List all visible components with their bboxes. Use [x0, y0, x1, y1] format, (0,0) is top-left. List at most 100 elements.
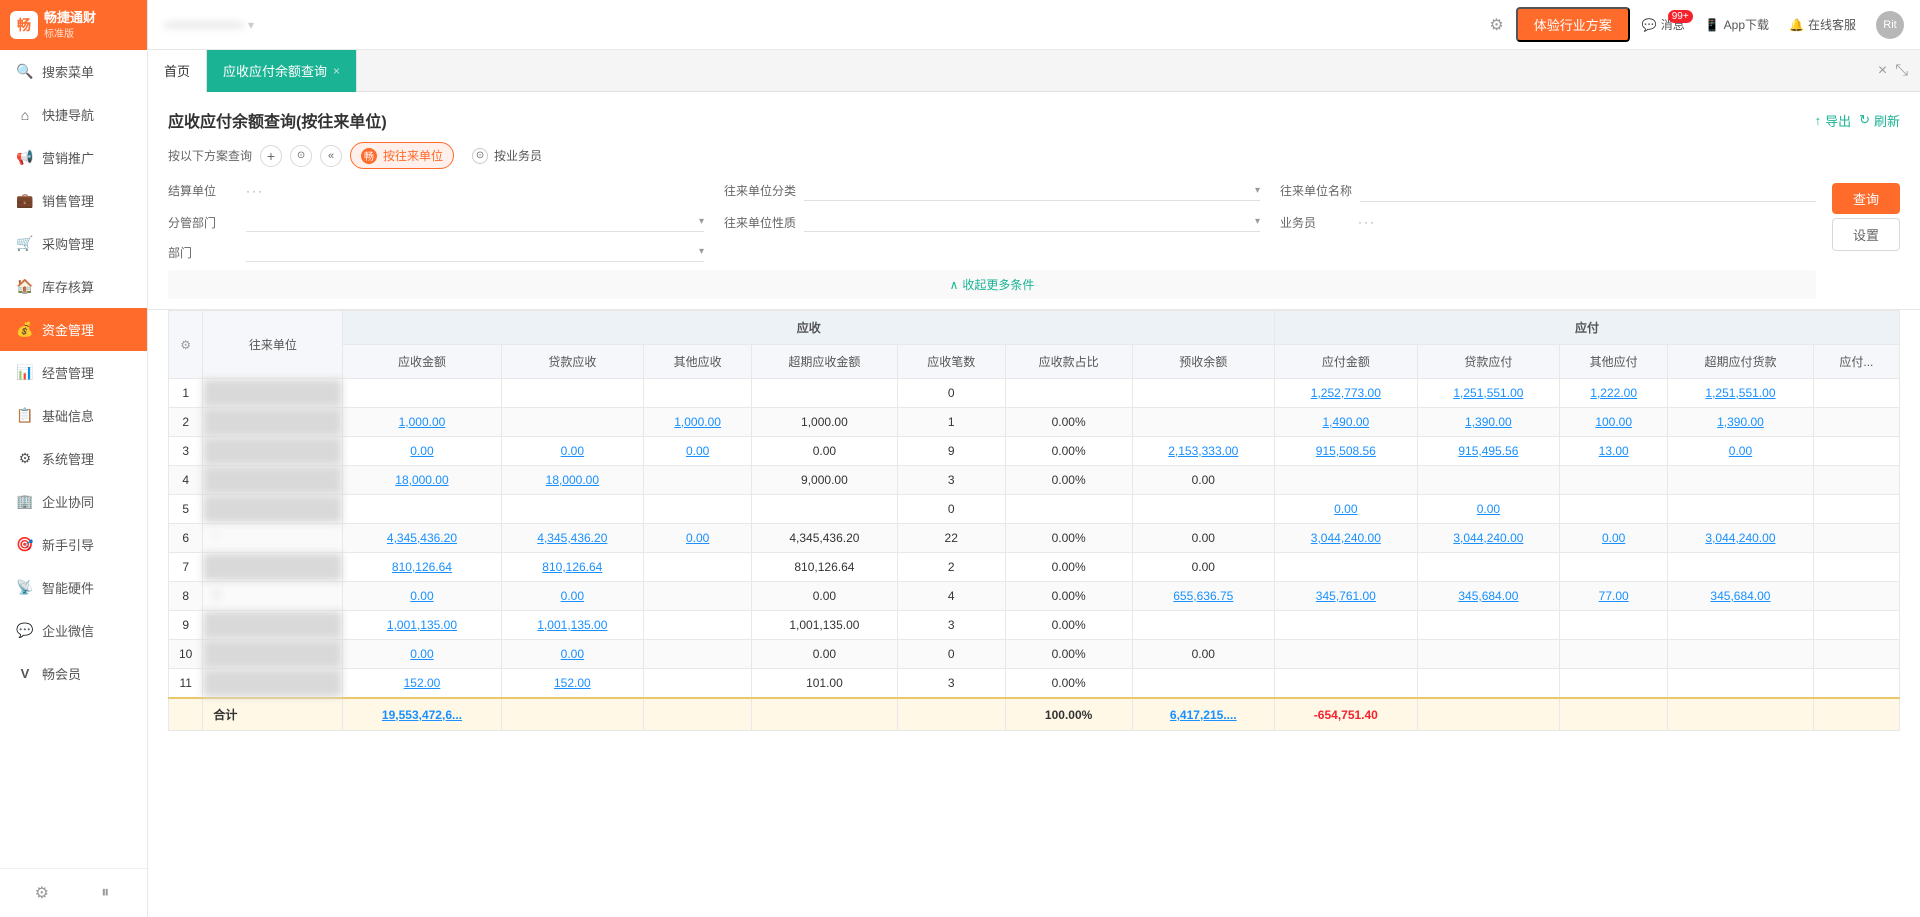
table-cell-10[interactable]: 3,044,240.00 — [1417, 524, 1560, 553]
filter-scheme-button[interactable]: ⊙ — [290, 145, 312, 167]
table-cell-11[interactable] — [1560, 669, 1668, 699]
table-cell-3[interactable]: 152.00 — [501, 669, 644, 699]
table-cell-4[interactable] — [644, 495, 752, 524]
table-cell-10[interactable]: 345,684.00 — [1417, 582, 1560, 611]
table-cell-11[interactable]: 13.00 — [1560, 437, 1668, 466]
table-cell-3[interactable] — [501, 408, 644, 437]
table-cell-3[interactable]: 810,126.64 — [501, 553, 644, 582]
table-cell-10[interactable]: 1,251,551.00 — [1417, 379, 1560, 408]
total-ar-amount[interactable]: 19,553,472,6... — [343, 698, 501, 731]
sidebar-item-purchase[interactable]: 🛒 采购管理 — [0, 222, 147, 265]
salesperson-input[interactable]: ··· — [1358, 215, 1376, 229]
table-cell-2[interactable]: 18,000.00 — [343, 466, 501, 495]
table-cell-10[interactable]: 915,495.56 — [1417, 437, 1560, 466]
table-cell-11[interactable] — [1560, 553, 1668, 582]
message-button[interactable]: 💬 消息 99+ — [1642, 16, 1685, 33]
promo-button[interactable]: 体验行业方案 — [1516, 7, 1630, 42]
table-cell-12[interactable]: 0.00 — [1668, 437, 1814, 466]
table-cell-2[interactable]: 4,345,436.20 — [343, 524, 501, 553]
table-cell-2[interactable]: 1,000.00 — [343, 408, 501, 437]
table-cell-9[interactable] — [1275, 669, 1418, 699]
table-cell-9[interactable]: 1,252,773.00 — [1275, 379, 1418, 408]
app-download-button[interactable]: 📱 App下载 — [1705, 16, 1769, 33]
table-cell-12[interactable]: 1,390.00 — [1668, 408, 1814, 437]
table-cell-4[interactable]: 0.00 — [644, 524, 752, 553]
refresh-button[interactable]: ↻ 刷新 — [1859, 111, 1900, 130]
table-cell-4[interactable] — [644, 669, 752, 699]
table-cell-12[interactable]: 3,044,240.00 — [1668, 524, 1814, 553]
table-cell-4[interactable] — [644, 640, 752, 669]
table-cell-9[interactable] — [1275, 553, 1418, 582]
table-cell-12[interactable]: 1,251,551.00 — [1668, 379, 1814, 408]
table-cell-11[interactable]: 0.00 — [1560, 524, 1668, 553]
category-select[interactable]: ▾ — [804, 181, 1260, 201]
sidebar-item-quicknav[interactable]: ⌂ 快捷导航 — [0, 93, 147, 136]
sidebar-item-member[interactable]: V 畅会员 — [0, 652, 147, 695]
settings-button[interactable]: 设置 — [1832, 218, 1900, 251]
table-cell-4[interactable]: 1,000.00 — [644, 408, 752, 437]
sidebar-item-smart[interactable]: 📡 智能硬件 — [0, 566, 147, 609]
sidebar-item-search[interactable]: 🔍 搜索菜单 — [0, 50, 147, 93]
table-cell-2[interactable] — [343, 379, 501, 408]
table-cell-9[interactable] — [1275, 611, 1418, 640]
tab-close-icon[interactable]: × — [333, 64, 340, 78]
table-cell-3[interactable]: 0.00 — [501, 582, 644, 611]
table-cell-2[interactable] — [343, 495, 501, 524]
table-cell-2[interactable]: 0.00 — [343, 582, 501, 611]
table-cell-12[interactable]: 345,684.00 — [1668, 582, 1814, 611]
filter-collapse-button[interactable]: « — [320, 145, 342, 167]
table-cell-12[interactable] — [1668, 466, 1814, 495]
table-cell-11[interactable]: 1,222.00 — [1560, 379, 1668, 408]
table-cell-10[interactable] — [1417, 640, 1560, 669]
table-cell-4[interactable] — [644, 582, 752, 611]
table-cell-10[interactable]: 0.00 — [1417, 495, 1560, 524]
sidebar-item-inventory[interactable]: 🏠 库存核算 — [0, 265, 147, 308]
table-cell-9[interactable]: 345,761.00 — [1275, 582, 1418, 611]
table-cell-4[interactable]: 0.00 — [644, 437, 752, 466]
table-cell-3[interactable]: 4,345,436.20 — [501, 524, 644, 553]
sidebar-item-enterprise[interactable]: 🏢 企业协同 — [0, 480, 147, 523]
table-cell-9[interactable] — [1275, 640, 1418, 669]
nature-select[interactable]: ▾ — [804, 212, 1260, 232]
table-cell-2[interactable]: 0.00 — [343, 640, 501, 669]
sidebar-item-operation[interactable]: 📊 经营管理 — [0, 351, 147, 394]
name-input[interactable] — [1360, 179, 1816, 202]
gear-icon[interactable]: ⚙ — [1489, 15, 1503, 35]
table-cell-9[interactable]: 0.00 — [1275, 495, 1418, 524]
table-cell-11[interactable]: 77.00 — [1560, 582, 1668, 611]
user-avatar[interactable]: Rit — [1876, 11, 1904, 39]
sidebar-item-system[interactable]: ⚙ 系统管理 — [0, 437, 147, 480]
table-cell-11[interactable]: 100.00 — [1560, 408, 1668, 437]
table-cell-3[interactable] — [501, 379, 644, 408]
sidebar-settings-button[interactable]: ⚙ — [12, 877, 72, 909]
tab-ar-ap[interactable]: 应收应付余额查询 × — [207, 50, 357, 92]
table-cell-4[interactable] — [644, 466, 752, 495]
table-cell-11[interactable] — [1560, 611, 1668, 640]
department-select[interactable]: ▾ — [246, 242, 704, 262]
table-cell-10[interactable] — [1417, 611, 1560, 640]
sidebar-collapse-button[interactable]: ⏸ — [76, 877, 136, 909]
table-cell-10[interactable] — [1417, 466, 1560, 495]
table-cell-10[interactable] — [1417, 553, 1560, 582]
table-cell-9[interactable]: 1,490.00 — [1275, 408, 1418, 437]
total-ar-prepay[interactable]: 6,417,215.... — [1132, 698, 1275, 731]
filter-add-button[interactable]: + — [260, 145, 282, 167]
table-cell-12[interactable] — [1668, 640, 1814, 669]
table-cell-11[interactable] — [1560, 466, 1668, 495]
table-cell-3[interactable]: 0.00 — [501, 640, 644, 669]
table-cell-2[interactable]: 810,126.64 — [343, 553, 501, 582]
filter-by-counterparty[interactable]: 畅 按往来单位 — [350, 142, 454, 169]
table-cell-3[interactable] — [501, 495, 644, 524]
table-cell-2[interactable]: 1,001,135.00 — [343, 611, 501, 640]
tab-home[interactable]: 首页 — [148, 50, 207, 92]
table-cell-9[interactable]: 3,044,240.00 — [1275, 524, 1418, 553]
sidebar-item-basic[interactable]: 📋 基础信息 — [0, 394, 147, 437]
sidebar-item-sales[interactable]: 💼 销售管理 — [0, 179, 147, 222]
table-cell-9[interactable] — [1275, 466, 1418, 495]
table-cell-12[interactable] — [1668, 495, 1814, 524]
settlement-input[interactable]: ··· — [246, 184, 264, 198]
col-settings-header[interactable]: ⚙ — [169, 311, 203, 379]
sidebar-item-marketing[interactable]: 📢 营销推广 — [0, 136, 147, 179]
query-button[interactable]: 查询 — [1832, 183, 1900, 214]
table-cell-8[interactable]: 2,153,333.00 — [1132, 437, 1275, 466]
